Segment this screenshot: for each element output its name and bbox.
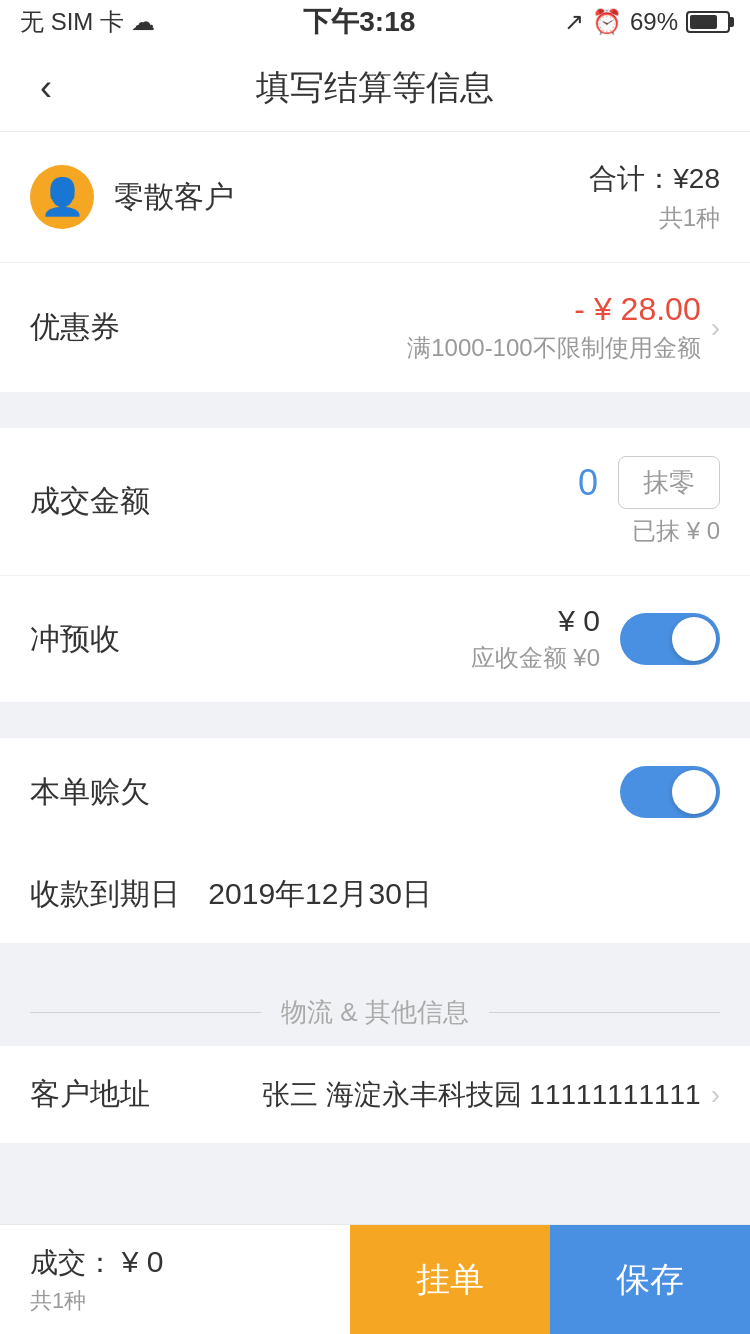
back-button[interactable]: ‹ (30, 57, 62, 119)
due-date-row[interactable]: 收款到期日 2019年12月30日 (0, 846, 750, 943)
sim-status: 无 SIM 卡 ☁ (20, 6, 155, 38)
prepay-receivable: 应收金额 ¥0 (471, 642, 600, 674)
address-row[interactable]: 客户地址 张三 海淀永丰科技园 11111111111 › (0, 1046, 750, 1143)
pending-button[interactable]: 挂单 (350, 1225, 550, 1335)
transaction-amount[interactable]: 0 (578, 462, 598, 504)
already-rounded-text: 已抹 ¥ 0 (578, 515, 720, 547)
alarm-icon: ⏰ (592, 8, 622, 36)
sep-line-left (30, 1012, 261, 1013)
coupon-discount: - ¥ 28.00 (407, 291, 700, 328)
due-date-value: 2019年12月30日 (208, 877, 431, 910)
address-section: 客户地址 张三 海淀永丰科技园 11111111111 › (0, 1046, 750, 1143)
page-title: 填写结算等信息 (256, 65, 494, 111)
customer-total: 合计：¥28 共1种 (589, 160, 720, 234)
deal-amount: ¥ 0 (122, 1245, 164, 1278)
customer-section: 👤 零散客户 合计：¥28 共1种 优惠券 - ¥ 28.00 满1000-10… (0, 132, 750, 392)
prepay-label: 冲预收 (30, 619, 120, 660)
status-bar: 无 SIM 卡 ☁ 下午3:18 ↗ ⏰ 69% (0, 0, 750, 44)
avatar-icon: 👤 (40, 176, 85, 218)
coupon-info: - ¥ 28.00 满1000-100不限制使用金额 (407, 291, 700, 364)
transaction-section: 成交金额 0 抹零 已抹 ¥ 0 冲预收 ¥ 0 应收金额 ¥0 (0, 428, 750, 702)
transaction-label: 成交金额 (30, 481, 150, 522)
prepay-right-wrap: ¥ 0 应收金额 ¥0 (471, 604, 720, 674)
customer-row: 👤 零散客户 合计：¥28 共1种 (0, 132, 750, 262)
customer-info: 👤 零散客户 (30, 165, 234, 229)
address-label: 客户地址 (30, 1074, 150, 1115)
debt-toggle-knob (672, 770, 716, 814)
avatar: 👤 (30, 165, 94, 229)
status-left: 无 SIM 卡 ☁ (20, 6, 155, 38)
status-right: ↗ ⏰ 69% (564, 8, 730, 36)
coupon-right: - ¥ 28.00 满1000-100不限制使用金额 › (407, 291, 720, 364)
logistics-separator: 物流 & 其他信息 (0, 979, 750, 1046)
coupon-desc: 满1000-100不限制使用金额 (407, 332, 700, 364)
status-time: 下午3:18 (303, 3, 415, 41)
toggle-knob (672, 617, 716, 661)
logistics-label: 物流 & 其他信息 (281, 995, 469, 1030)
bottom-bar: 成交： ¥ 0 共1种 挂单 保存 (0, 1224, 750, 1334)
nav-bar: ‹ 填写结算等信息 (0, 44, 750, 132)
bottom-deal-row: 成交： ¥ 0 (30, 1244, 320, 1282)
gray-separator-2 (0, 718, 750, 738)
customer-name: 零散客户 (114, 177, 234, 218)
due-date-label: 收款到期日 (30, 877, 180, 910)
total-count: 共1种 (589, 202, 720, 234)
gray-separator-3 (0, 959, 750, 979)
prepay-info: ¥ 0 应收金额 ¥0 (471, 604, 600, 674)
debt-section: 本单赊欠 收款到期日 2019年12月30日 (0, 738, 750, 943)
debt-label: 本单赊欠 (30, 772, 150, 813)
transaction-right: 0 抹零 已抹 ¥ 0 (578, 456, 720, 547)
deal-label: 成交： (30, 1247, 114, 1278)
prepay-amount: ¥ 0 (471, 604, 600, 638)
bottom-count: 共1种 (30, 1286, 320, 1316)
chevron-right-icon: › (711, 312, 720, 344)
round-zero-button[interactable]: 抹零 (618, 456, 720, 509)
battery-percent: 69% (630, 8, 678, 36)
coupon-row[interactable]: 优惠券 - ¥ 28.00 满1000-100不限制使用金额 › (0, 262, 750, 392)
address-value: 张三 海淀永丰科技园 11111111111 (170, 1076, 701, 1114)
gray-separator-1 (0, 408, 750, 428)
sep-line-right (489, 1012, 720, 1013)
prepay-toggle[interactable] (620, 613, 720, 665)
battery-icon (686, 11, 730, 33)
debt-row: 本单赊欠 (0, 738, 750, 846)
save-button[interactable]: 保存 (550, 1225, 750, 1335)
address-chevron-icon: › (711, 1079, 720, 1111)
debt-toggle[interactable] (620, 766, 720, 818)
transaction-row: 成交金额 0 抹零 已抹 ¥ 0 (0, 428, 750, 575)
total-amount: 合计：¥28 (589, 160, 720, 198)
bottom-summary: 成交： ¥ 0 共1种 (0, 1244, 350, 1316)
coupon-label: 优惠券 (30, 307, 120, 348)
prepay-row: 冲预收 ¥ 0 应收金额 ¥0 (0, 575, 750, 702)
location-icon: ↗ (564, 8, 584, 36)
